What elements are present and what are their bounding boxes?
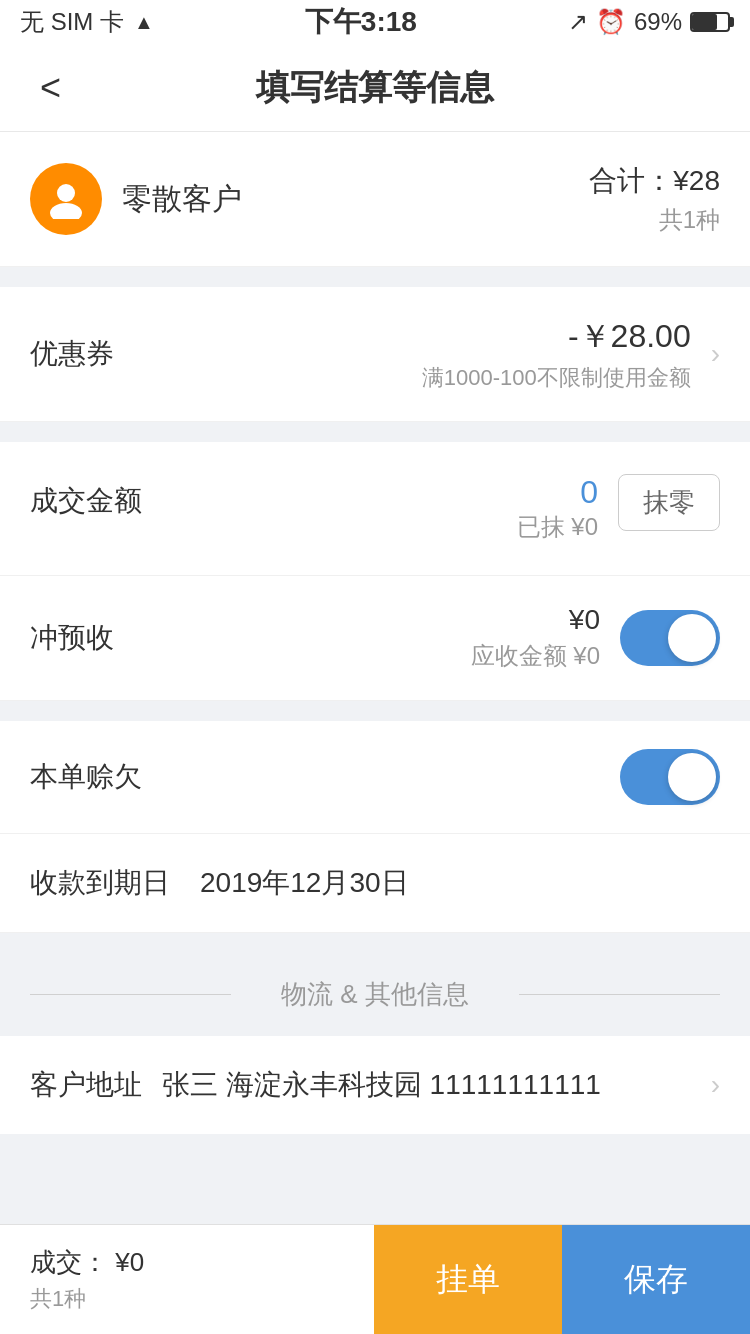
header-line-right: [519, 994, 720, 995]
address-chevron-icon: ›: [711, 1069, 720, 1101]
header-line-left: [30, 994, 231, 995]
advance-receivable: 应收金额 ¥0: [471, 640, 600, 672]
coupon-right: -￥28.00 满1000-100不限制使用金额 ›: [114, 315, 720, 393]
avatar: [30, 163, 102, 235]
status-left: 无 SIM 卡 ▲: [20, 6, 154, 38]
advance-amounts: ¥0 应收金额 ¥0: [471, 604, 600, 672]
customer-right: 合计：¥28 共1种: [589, 162, 720, 236]
due-date-value: 2019年12月30日: [200, 864, 409, 902]
advance-toggle[interactable]: [620, 610, 720, 666]
transaction-right: 0 已抹 ¥0 抹零: [517, 474, 720, 543]
divider1: [0, 267, 750, 287]
carrier-label: 无 SIM 卡: [20, 6, 124, 38]
person-icon: [46, 179, 86, 219]
already-zeroed: 已抹 ¥0: [517, 511, 598, 543]
status-right: ↗ ⏰ 69%: [568, 8, 730, 36]
customer-name: 零散客户: [122, 179, 242, 220]
transaction-row: 成交金额 0 已抹 ¥0 抹零: [0, 442, 750, 576]
address-row[interactable]: 客户地址 张三 海淀永丰科技园 11111111111 ›: [0, 1036, 750, 1134]
svg-point-0: [57, 184, 75, 202]
status-time: 下午3:18: [305, 3, 417, 41]
logistics-label: 物流 & 其他信息: [281, 977, 469, 1012]
discount-desc: 满1000-100不限制使用金额: [422, 363, 691, 393]
transaction-label: 成交金额: [30, 482, 142, 520]
round-zero-button[interactable]: 抹零: [618, 474, 720, 531]
customer-count: 共1种: [589, 204, 720, 236]
toggle-thumb: [668, 614, 716, 662]
coupon-row[interactable]: 优惠券 -￥28.00 满1000-100不限制使用金额 ›: [0, 287, 750, 422]
debit-label: 本单赊欠: [30, 758, 142, 796]
bottom-transaction-value: ¥0: [115, 1247, 144, 1277]
battery-percent: 69%: [634, 8, 682, 36]
bottom-transaction-label: 成交：: [30, 1247, 108, 1277]
hang-button[interactable]: 挂单: [374, 1225, 562, 1335]
debit-toggle-thumb: [668, 753, 716, 801]
save-button[interactable]: 保存: [562, 1225, 750, 1335]
back-button[interactable]: <: [30, 57, 71, 119]
logistics-section-header: 物流 & 其他信息: [0, 953, 750, 1036]
location-icon: ↗: [568, 8, 588, 36]
divider2: [0, 422, 750, 442]
customer-row: 零散客户 合计：¥28 共1种: [0, 132, 750, 267]
content: 零散客户 合计：¥28 共1种 优惠券 -￥28.00 满1000-100不限制…: [0, 132, 750, 1334]
debit-toggle[interactable]: [620, 749, 720, 805]
address-label: 客户地址: [30, 1066, 142, 1104]
svg-point-1: [50, 203, 82, 219]
advance-amount: ¥0: [471, 604, 600, 636]
advance-row: 冲预收 ¥0 应收金额 ¥0: [0, 576, 750, 701]
divider4: [0, 933, 750, 953]
coupon-label: 优惠券: [30, 335, 114, 373]
nav-bar: < 填写结算等信息: [0, 44, 750, 132]
bottom-transaction: 成交： ¥0: [30, 1245, 344, 1280]
bottom-info: 成交： ¥0 共1种: [0, 1245, 374, 1314]
bottom-count: 共1种: [30, 1284, 344, 1314]
debit-right: [620, 749, 720, 805]
address-value: 张三 海淀永丰科技园 11111111111: [162, 1066, 701, 1104]
wifi-icon: ▲: [134, 11, 154, 34]
due-date-label: 收款到期日: [30, 864, 170, 902]
debit-row: 本单赊欠: [0, 721, 750, 834]
chevron-right-icon: ›: [711, 338, 720, 370]
page-title: 填写结算等信息: [256, 65, 494, 111]
alarm-icon: ⏰: [596, 8, 626, 36]
coupon-value: -￥28.00 满1000-100不限制使用金额: [422, 315, 691, 393]
divider3: [0, 701, 750, 721]
advance-label: 冲预收: [30, 619, 114, 657]
status-bar: 无 SIM 卡 ▲ 下午3:18 ↗ ⏰ 69%: [0, 0, 750, 44]
bottom-bar: 成交： ¥0 共1种 挂单 保存: [0, 1224, 750, 1334]
due-date-row: 收款到期日 2019年12月30日: [0, 834, 750, 933]
customer-left: 零散客户: [30, 163, 242, 235]
battery-icon: [690, 12, 730, 32]
customer-total: 合计：¥28: [589, 162, 720, 200]
discount-amount: -￥28.00: [422, 315, 691, 359]
transaction-value: 0: [517, 474, 598, 511]
